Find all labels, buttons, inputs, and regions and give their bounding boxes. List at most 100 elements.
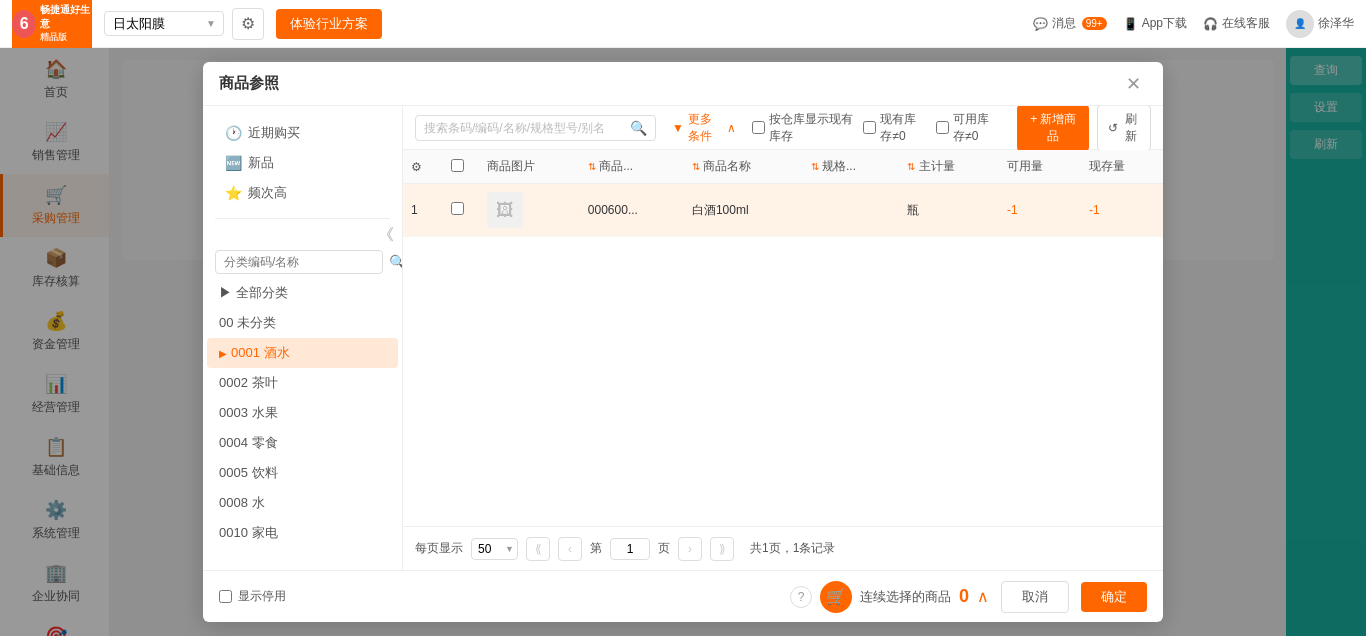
row-available: -1 — [999, 184, 1081, 237]
row-select-checkbox[interactable] — [451, 202, 464, 215]
notifications-badge: 99+ — [1082, 17, 1107, 30]
stock-nonzero-filter[interactable]: 现有库存≠0 — [863, 111, 928, 145]
confirm-button[interactable]: 确定 — [1081, 582, 1147, 612]
settings-icon[interactable]: ⚙ — [232, 8, 264, 40]
product-search-box: 🔍 — [415, 115, 656, 141]
modal-sidebar: 🕐 近期购买 🆕 新品 ⭐ 频次高 《 — [203, 106, 403, 570]
experience-button[interactable]: 体验行业方案 — [276, 9, 382, 39]
add-product-button[interactable]: + 新增商品 — [1017, 106, 1089, 151]
store-selector[interactable]: 日太阳膜 ▼ — [92, 11, 224, 36]
sort-code-icon: ⇅ — [588, 161, 596, 172]
message-icon: 💬 — [1033, 17, 1048, 31]
select-all-checkbox[interactable] — [451, 159, 464, 172]
category-item-0002[interactable]: 0002 茶叶 — [207, 368, 398, 398]
current-page-input[interactable] — [610, 538, 650, 560]
sidebar-separator — [215, 218, 390, 219]
collapse-button[interactable]: 《 — [378, 225, 394, 246]
row-spec — [803, 184, 900, 237]
col-spec[interactable]: ⇅ 规格... — [803, 150, 900, 184]
clock-icon: 🕐 — [225, 125, 242, 141]
stock-nonzero-checkbox[interactable] — [863, 121, 876, 134]
top-nav: 6 畅捷通好生意 精品版 日太阳膜 ▼ ⚙ 体验行业方案 💬 消息 99+ 📱 … — [0, 0, 1366, 48]
col-name[interactable]: ⇅ 商品名称 — [684, 150, 803, 184]
category-item-0001[interactable]: ▶0001 酒水 — [207, 338, 398, 368]
avatar: 👤 — [1286, 10, 1314, 38]
recent-buy-item[interactable]: 🕐 近期购买 — [215, 118, 390, 148]
nav-right: 💬 消息 99+ 📱 App下载 🎧 在线客服 👤 徐泽华 — [1033, 10, 1354, 38]
category-item-0003[interactable]: 0003 水果 — [207, 398, 398, 428]
prev-page-button[interactable]: ‹ — [558, 537, 582, 561]
brand-logo: 6 畅捷通好生意 精品版 — [12, 0, 92, 48]
row-name: 白酒100ml — [684, 184, 803, 237]
cart-label: 连续选择的商品 — [860, 588, 951, 606]
product-table: ⚙ 商品图片 ⇅ 商品... ⇅ 商品名称 ⇅ 规格... ⇅ 主计量 可用量 … — [403, 150, 1163, 237]
category-search: 🔍 — [203, 246, 402, 278]
notifications-button[interactable]: 💬 消息 99+ — [1033, 15, 1107, 32]
table-row[interactable]: 1 🖼 000600... 白酒100ml 瓶 -1 -1 — [403, 184, 1163, 237]
modal-toolbar: 🔍 ▼ 更多条件 ∧ 按仓库显示现有库存 现有库存≠0 — [403, 106, 1163, 150]
user-profile[interactable]: 👤 徐泽华 — [1286, 10, 1354, 38]
refresh-table-button[interactable]: ↺ 刷新 — [1097, 106, 1151, 151]
available-nonzero-checkbox[interactable] — [936, 121, 949, 134]
total-info: 共1页，1条记录 — [750, 540, 835, 557]
product-thumbnail: 🖼 — [487, 192, 523, 228]
col-unit[interactable]: ⇅ 主计量 — [899, 150, 999, 184]
category-item-all[interactable]: ▶ 全部分类 — [207, 278, 398, 308]
search-icon[interactable]: 🔍 — [630, 120, 647, 136]
col-settings[interactable]: ⚙ — [403, 150, 443, 184]
app-download-button[interactable]: 📱 App下载 — [1123, 15, 1187, 32]
display-disabled-checkbox[interactable] — [219, 590, 232, 603]
store-select[interactable]: 日太阳膜 — [104, 11, 224, 36]
col-checkbox — [443, 150, 479, 184]
category-item-0008[interactable]: 0008 水 — [207, 488, 398, 518]
modal-main: 🔍 ▼ 更多条件 ∧ 按仓库显示现有库存 现有库存≠0 — [403, 106, 1163, 570]
page-size-label: 每页显示 — [415, 540, 463, 557]
sort-unit-icon: ⇅ — [907, 161, 915, 172]
row-image: 🖼 — [479, 184, 580, 237]
warehouse-stock-filter[interactable]: 按仓库显示现有库存 — [752, 111, 856, 145]
category-item-00[interactable]: 00 未分类 — [207, 308, 398, 338]
more-filters-button[interactable]: ▼ 更多条件 ∧ — [664, 107, 744, 149]
last-page-button[interactable]: ⟫ — [710, 537, 734, 561]
col-code[interactable]: ⇅ 商品... — [580, 150, 684, 184]
next-page-button[interactable]: › — [678, 537, 702, 561]
mobile-icon: 📱 — [1123, 17, 1138, 31]
filter-arrow-icon: ∧ — [727, 121, 736, 135]
collapse-wrap: 《 — [203, 225, 402, 246]
brand-name: 畅捷通好生意 — [40, 3, 92, 31]
table-header-row: ⚙ 商品图片 ⇅ 商品... ⇅ 商品名称 ⇅ 规格... ⇅ 主计量 可用量 … — [403, 150, 1163, 184]
first-page-button[interactable]: ⟪ — [526, 537, 550, 561]
display-disabled-label[interactable]: 显示停用 — [219, 588, 286, 605]
cart-collapse-icon[interactable]: ∧ — [977, 587, 989, 606]
category-list: ▶ 全部分类00 未分类▶0001 酒水0002 茶叶0003 水果0004 零… — [203, 278, 402, 548]
col-stock: 现存量 — [1081, 150, 1163, 184]
category-search-input[interactable] — [215, 250, 383, 274]
sort-name-icon: ⇅ — [692, 161, 700, 172]
row-checkbox[interactable] — [443, 184, 479, 237]
page-size-selector[interactable]: 50 10 20 100 ▼ — [471, 538, 518, 560]
brand-sub: 精品版 — [40, 31, 92, 44]
online-service-button[interactable]: 🎧 在线客服 — [1203, 15, 1270, 32]
category-item-0010[interactable]: 0010 家电 — [207, 518, 398, 548]
row-code: 000600... — [580, 184, 684, 237]
cart-icon[interactable]: 🛒 — [820, 581, 852, 613]
warehouse-checkbox[interactable] — [752, 121, 765, 134]
category-search-icon[interactable]: 🔍 — [389, 254, 403, 270]
modal-close-button[interactable]: ✕ — [1119, 70, 1147, 98]
category-item-0004[interactable]: 0004 零食 — [207, 428, 398, 458]
cancel-button[interactable]: 取消 — [1001, 581, 1069, 613]
product-table-wrap: ⚙ 商品图片 ⇅ 商品... ⇅ 商品名称 ⇅ 规格... ⇅ 主计量 可用量 … — [403, 150, 1163, 526]
modal-backdrop[interactable]: 商品参照 ✕ 🕐 近期购买 🆕 新品 ⭐ 频次高 — [0, 48, 1366, 636]
help-icon[interactable]: ? — [790, 586, 812, 608]
modal-body: 🕐 近期购买 🆕 新品 ⭐ 频次高 《 — [203, 106, 1163, 570]
table-body: 1 🖼 000600... 白酒100ml 瓶 -1 -1 — [403, 184, 1163, 237]
row-stock: -1 — [1081, 184, 1163, 237]
product-search-input[interactable] — [424, 121, 624, 135]
sort-spec-icon: ⇅ — [811, 161, 819, 172]
available-nonzero-filter[interactable]: 可用库存≠0 — [936, 111, 1001, 145]
page-size-select[interactable]: 50 10 20 100 — [471, 538, 518, 560]
new-icon: 🆕 — [225, 155, 242, 171]
new-product-item[interactable]: 🆕 新品 — [215, 148, 390, 178]
category-item-0005[interactable]: 0005 饮料 — [207, 458, 398, 488]
high-freq-item[interactable]: ⭐ 频次高 — [215, 178, 390, 208]
